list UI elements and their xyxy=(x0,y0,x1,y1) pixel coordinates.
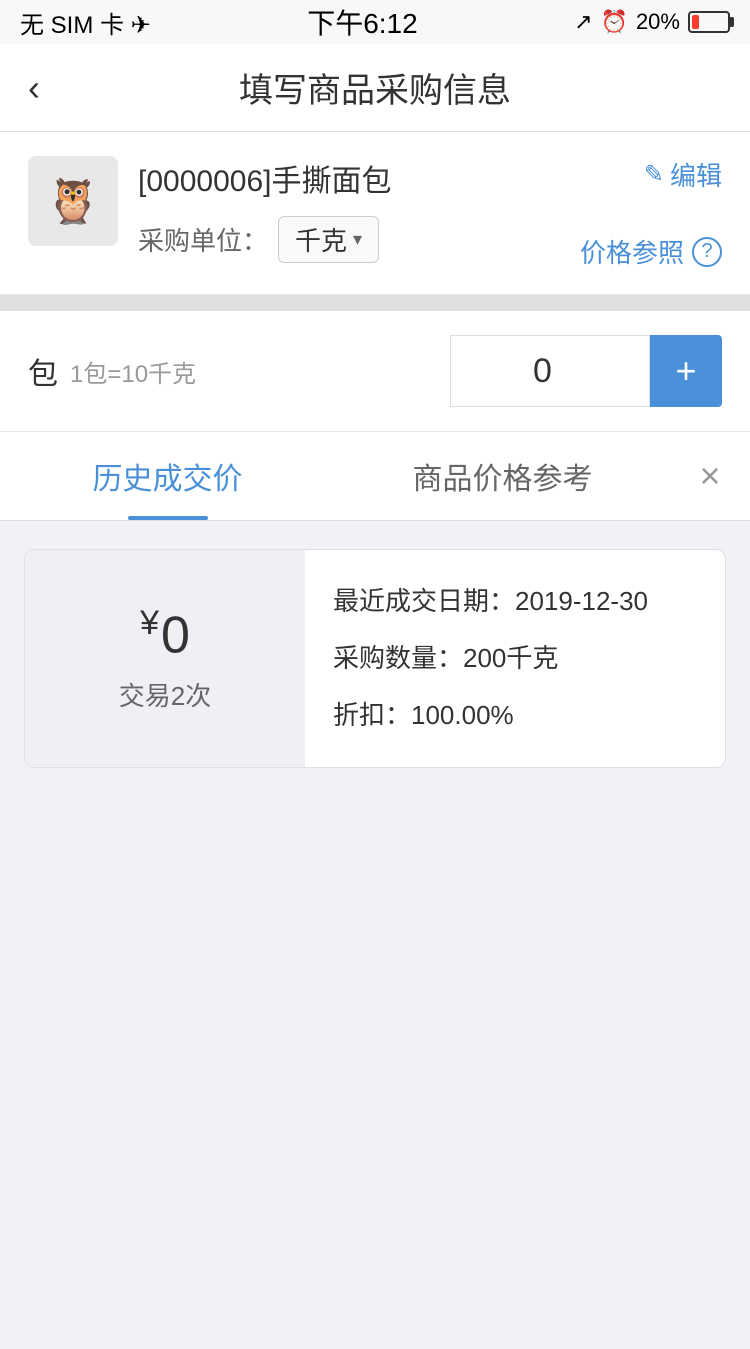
currency-symbol: ¥ xyxy=(140,604,159,642)
tab-active-indicator xyxy=(128,516,208,520)
nav-bar: ‹ 填写商品采购信息 xyxy=(0,44,750,132)
panel: 历史成交价 商品价格参考 × ¥0 交易2次 最近成交日期：2019-12-30… xyxy=(0,432,750,1349)
qty-detail-label: 采购数量： xyxy=(333,643,463,673)
product-info: [0000006]手撕面包 采购单位： 千克 ▾ xyxy=(138,156,391,263)
location-icon: ↗ xyxy=(574,9,592,35)
unit-select[interactable]: 千克 ▾ xyxy=(278,216,379,263)
qty-unit: 包 xyxy=(28,349,58,393)
battery-pct: 20% xyxy=(636,9,680,35)
status-bar: 无 SIM 卡 ✈ 下午6:12 ↗ ⏰ 20% xyxy=(0,0,750,44)
history-trade-count: 交易2次 xyxy=(119,676,211,713)
last-date-label: 最近成交日期： xyxy=(333,586,515,616)
product-unit-row: 采购单位： 千克 ▾ xyxy=(138,216,391,263)
edit-icon: ✎ xyxy=(644,160,664,189)
edit-button[interactable]: ✎ 编辑 xyxy=(644,156,722,193)
discount-row: 折扣：100.00% xyxy=(333,696,697,735)
edit-label: 编辑 xyxy=(670,156,722,193)
purchase-qty-row: 采购数量：200千克 xyxy=(333,639,697,678)
qty-detail-value: 200千克 xyxy=(463,643,558,673)
product-thumbnail-icon: 🦉 xyxy=(46,175,101,227)
product-name: [0000006]手撕面包 xyxy=(138,156,391,200)
status-right: ↗ ⏰ 20% xyxy=(574,9,730,35)
alarm-icon: ⏰ xyxy=(601,9,628,35)
discount-value: 100.00% xyxy=(411,700,514,730)
quantity-row: 包 1包=10千克 + xyxy=(0,311,750,432)
qty-input[interactable] xyxy=(450,335,650,407)
tab-reference[interactable]: 商品价格参考 xyxy=(335,432,670,520)
main-content: ¥0 交易2次 最近成交日期：2019-12-30 采购数量：200千克 折扣：… xyxy=(0,549,750,1349)
battery-icon xyxy=(688,11,730,33)
help-icon[interactable]: ? xyxy=(692,237,722,267)
product-image: 🦉 xyxy=(28,156,118,246)
page-title: 填写商品采购信息 xyxy=(239,63,511,112)
section-divider xyxy=(0,295,750,311)
price-ref-row: 价格参照 ? xyxy=(580,233,722,270)
tab-reference-label: 商品价格参考 xyxy=(413,454,593,498)
history-price-section: ¥0 交易2次 xyxy=(25,550,305,767)
unit-value: 千克 xyxy=(295,221,347,258)
status-left: 无 SIM 卡 ✈ xyxy=(20,5,151,40)
price-ref-button[interactable]: 价格参照 xyxy=(580,233,684,270)
qty-label-group: 包 1包=10千克 xyxy=(28,349,196,393)
qty-input-group: + xyxy=(450,335,722,407)
price-value: 0 xyxy=(161,607,190,665)
product-card: 🦉 [0000006]手撕面包 采购单位： 千克 ▾ ✎ 编辑 价格参照 xyxy=(0,132,750,295)
history-details-section: 最近成交日期：2019-12-30 采购数量：200千克 折扣：100.00% xyxy=(305,550,725,767)
status-time: 下午6:12 xyxy=(307,2,418,42)
tab-history[interactable]: 历史成交价 xyxy=(0,432,335,520)
history-card: ¥0 交易2次 最近成交日期：2019-12-30 采购数量：200千克 折扣：… xyxy=(24,549,726,768)
last-date-row: 最近成交日期：2019-12-30 xyxy=(333,582,697,621)
signal-text: 无 SIM 卡 ✈ xyxy=(20,5,151,40)
qty-plus-button[interactable]: + xyxy=(650,335,722,407)
close-panel-button[interactable]: × xyxy=(670,432,750,520)
discount-label: 折扣： xyxy=(333,700,411,730)
back-button[interactable]: ‹ xyxy=(28,67,40,109)
qty-conversion: 1包=10千克 xyxy=(70,354,196,389)
unit-label: 采购单位： xyxy=(138,221,268,258)
tab-history-label: 历史成交价 xyxy=(93,454,243,498)
tabs-bar: 历史成交价 商品价格参考 × xyxy=(0,432,750,521)
chevron-down-icon: ▾ xyxy=(353,229,362,250)
last-date-value: 2019-12-30 xyxy=(515,586,648,616)
history-price: ¥0 xyxy=(140,604,190,665)
